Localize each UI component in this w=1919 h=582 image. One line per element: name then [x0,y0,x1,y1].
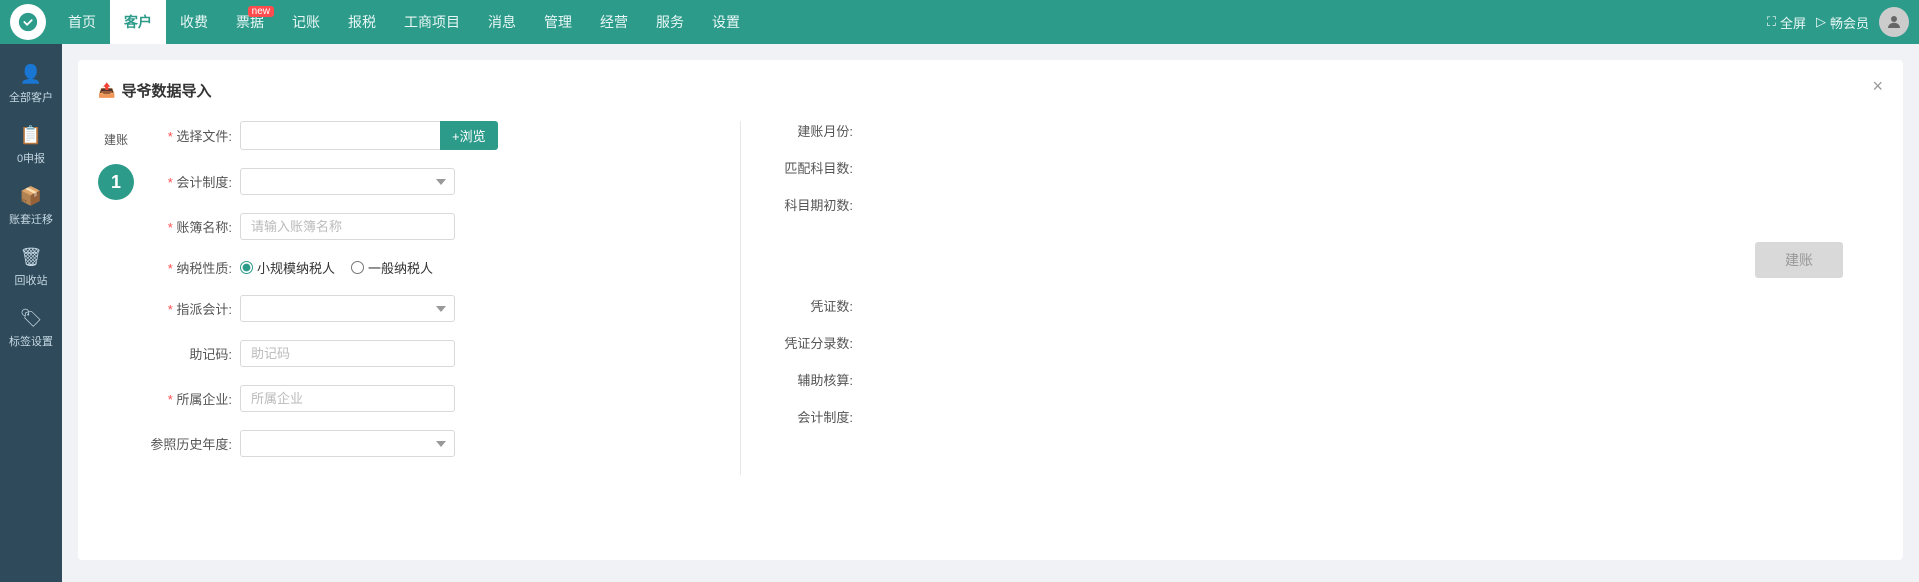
recycle-icon: 🗑 [20,247,43,268]
fullscreen-btn[interactable]: ⛶ 全屏 [1767,13,1806,32]
accounting-system-select[interactable] [240,168,455,195]
build-account-button[interactable]: 建账 [1755,242,1843,278]
ref-year-label: 参照历史年度: [150,434,240,453]
avatar[interactable] [1879,7,1909,37]
voucher-entry-label: 凭证分录数: [771,333,861,352]
nav-fees[interactable]: 收费 [166,0,222,44]
match-subject-row: 匹配科目数: [771,158,1883,177]
tax-type-general-radio[interactable] [351,261,364,274]
company-input[interactable] [240,385,455,412]
ref-year-row: 参照历史年度: [150,430,710,457]
nav-messages[interactable]: 消息 [474,0,530,44]
nav-settings[interactable]: 设置 [698,0,754,44]
file-input-group: +浏览 [240,121,498,150]
company-label: 所属企业: [150,389,240,408]
nav-services[interactable]: 服务 [642,0,698,44]
nav-bills-badge: new [248,6,274,17]
memo-row: 助记码: [150,340,710,367]
step-label: 建账 [104,131,128,148]
tax-type-label: 纳税性质: [150,258,240,277]
browse-button[interactable]: +浏览 [440,121,498,150]
match-subject-label: 匹配科目数: [771,158,861,177]
top-nav: 首页 客户 收费 票据 new 记账 报税 工商项目 消息 管理 经营 服务 设… [0,0,1919,44]
panel-title: 📤 导爷数据导入 [98,80,1883,101]
memo-input[interactable] [240,340,455,367]
tag-settings-icon: 🏷 [20,308,43,329]
declaration-icon: 📋 [20,125,42,146]
accounting-system-row: 会计制度: [150,168,710,195]
form-section: 选择文件: +浏览 会计制度: [150,121,710,475]
vip-btn[interactable]: ▷ 畅会员 [1816,13,1869,32]
accounting-system-label: 会计制度: [150,172,240,191]
right-accounting-system-label: 会计制度: [771,407,861,426]
memo-label: 助记码: [150,344,240,363]
voucher-count-label: 凭证数: [771,296,861,315]
voucher-count-row: 凭证数: [771,296,1883,315]
sidebar-item-recycle[interactable]: 🗑 回收站 [0,237,62,298]
close-button[interactable]: × [1872,76,1883,97]
select-file-input[interactable] [240,121,440,150]
nav-operations[interactable]: 经营 [586,0,642,44]
tax-type-row: 纳税性质: 小规模纳税人 一般纳税人 [150,258,710,277]
panel-title-icon: 📤 [98,82,115,99]
company-row: 所属企业: [150,385,710,412]
account-book-name-label: 账簿名称: [150,217,240,236]
build-month-label: 建账月份: [771,121,861,140]
select-file-row: 选择文件: +浏览 [150,121,710,150]
aux-accounting-label: 辅助核算: [771,370,861,389]
aux-accounting-row: 辅助核算: [771,370,1883,389]
build-month-row: 建账月份: [771,121,1883,140]
nav-bookkeeping[interactable]: 记账 [278,0,334,44]
nav-items: 首页 客户 收费 票据 new 记账 报税 工商项目 消息 管理 经营 服务 设… [54,0,1767,44]
nav-right: ⛶ 全屏 ▷ 畅会员 [1767,7,1909,37]
account-migration-icon: 📦 [20,186,42,207]
nav-home[interactable]: 首页 [54,0,110,44]
nav-tax[interactable]: 报税 [334,0,390,44]
subject-initial-label: 科目期初数: [771,195,861,214]
step-circle: 1 [98,164,134,200]
nav-bills[interactable]: 票据 new [222,0,278,44]
assign-accountant-row: 指派会计: [150,295,710,322]
assign-accountant-select[interactable] [240,295,455,322]
account-book-name-input[interactable] [240,213,455,240]
assign-accountant-label: 指派会计: [150,299,240,318]
tax-type-small-label[interactable]: 小规模纳税人 [240,258,335,277]
voucher-entry-row: 凭证分录数: [771,333,1883,352]
sidebar-item-account-migration[interactable]: 📦 账套迁移 [0,176,62,237]
tax-type-small-radio[interactable] [240,261,253,274]
form-container: 建账 1 选择文件: +浏览 会计制度: [98,121,1883,475]
nav-management[interactable]: 管理 [530,0,586,44]
nav-business[interactable]: 工商项目 [390,0,474,44]
app-logo [10,4,46,40]
subject-initial-row: 科目期初数: [771,195,1883,214]
sidebar-item-all-clients[interactable]: 👤 全部客户 [0,54,62,115]
form-right: 建账月份: 匹配科目数: 科目期初数: 建账 凭证数: [740,121,1883,475]
fullscreen-icon: ⛶ [1767,14,1776,30]
sidebar-item-tag-settings[interactable]: 🏷 标签设置 [0,298,62,359]
select-file-label: 选择文件: [150,126,240,145]
account-book-name-row: 账簿名称: [150,213,710,240]
all-clients-icon: 👤 [20,64,42,85]
tax-type-radio-group: 小规模纳税人 一般纳税人 [240,258,433,277]
vip-icon: ▷ [1816,14,1826,30]
nav-clients[interactable]: 客户 [110,0,166,44]
right-accounting-system-row: 会计制度: [771,407,1883,426]
panel: 📤 导爷数据导入 × 建账 1 选择文件: +浏览 [78,60,1903,560]
sidebar-item-declaration[interactable]: 📋 0申报 [0,115,62,176]
main-content: 📤 导爷数据导入 × 建账 1 选择文件: +浏览 [62,44,1919,582]
ref-year-select[interactable] [240,430,455,457]
form-left: 建账 1 选择文件: +浏览 会计制度: [98,121,710,475]
sidebar: 👤 全部客户 📋 0申报 📦 账套迁移 🗑 回收站 🏷 标签设置 [0,44,62,582]
tax-type-general-label[interactable]: 一般纳税人 [351,258,433,277]
